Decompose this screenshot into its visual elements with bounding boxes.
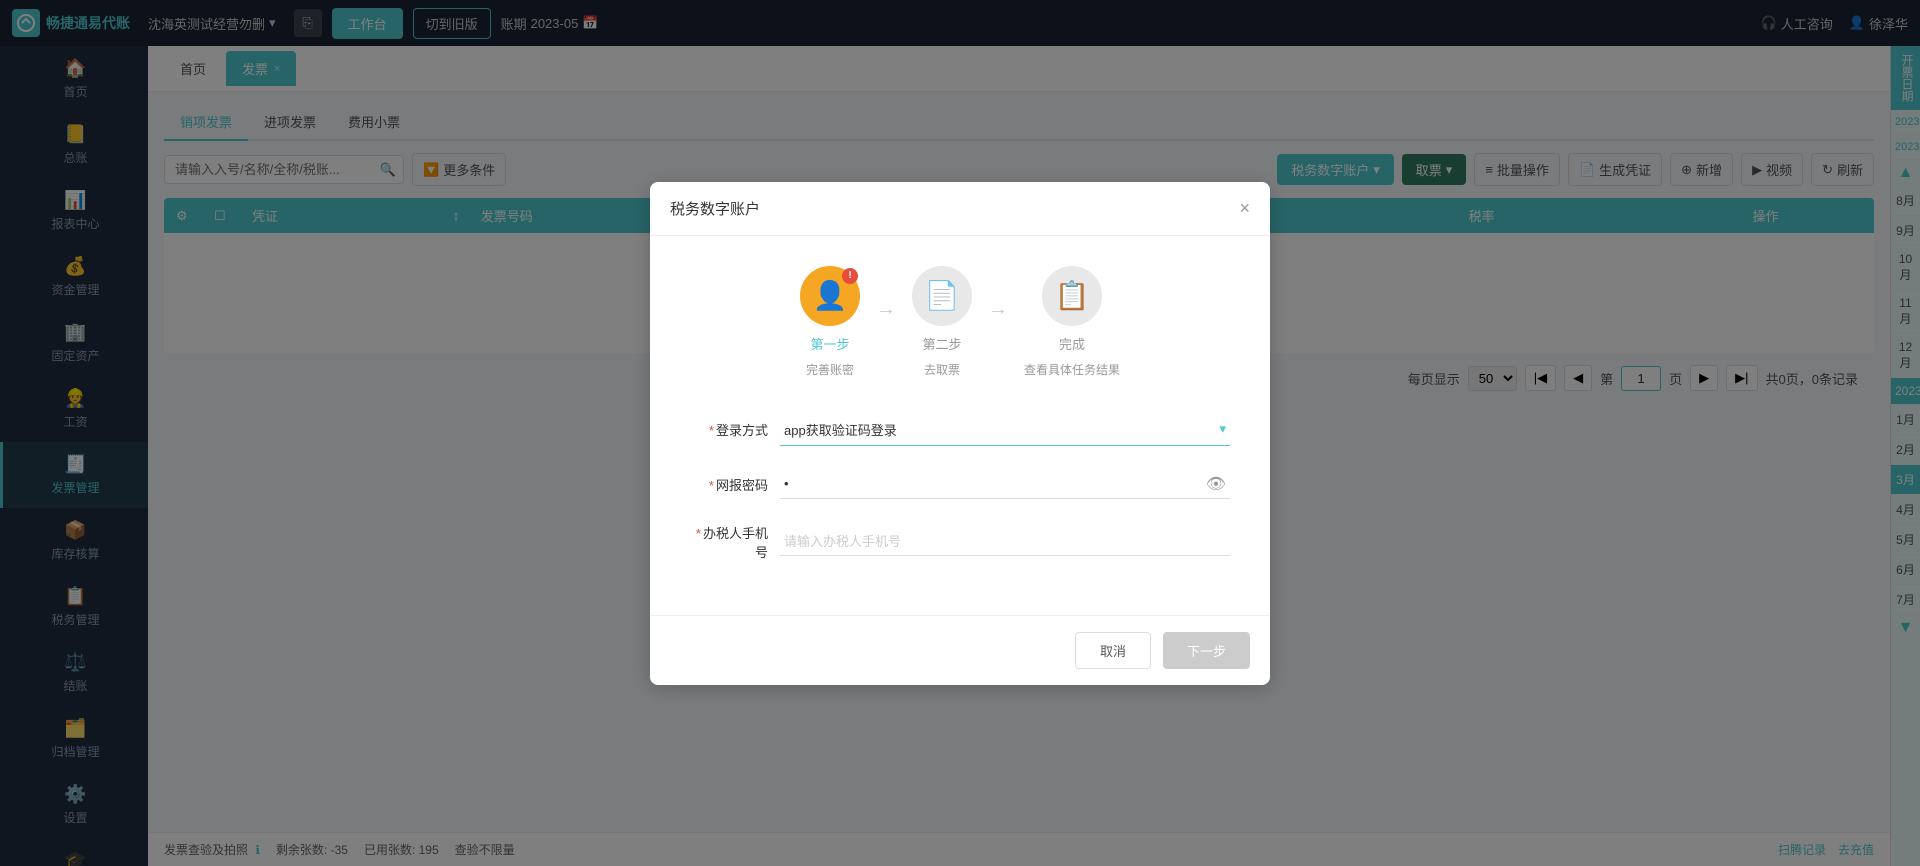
step-1: 👤 ! 第一步 完善账密 bbox=[800, 266, 860, 378]
step-3-icon: 📋 bbox=[1042, 266, 1102, 326]
next-button[interactable]: 下一步 bbox=[1163, 632, 1250, 669]
password-row: 网报密码 👁 bbox=[690, 470, 1230, 499]
modal-overlay[interactable]: 税务数字账户 × 👤 ! 第一步 完善账密 → bbox=[0, 0, 1920, 866]
password-input[interactable] bbox=[780, 470, 1202, 497]
step-3-label: 完成 bbox=[1059, 334, 1085, 353]
step-arrow-2: → bbox=[988, 298, 1008, 345]
login-method-label: 登录方式 bbox=[690, 420, 780, 439]
step-1-label: 第一步 bbox=[810, 334, 849, 353]
step-2: 📄 第二步 去取票 bbox=[912, 266, 972, 378]
step-1-sublabel: 完善账密 bbox=[806, 361, 854, 378]
phone-input[interactable] bbox=[780, 528, 1230, 556]
eye-icon[interactable]: 👁 bbox=[1202, 470, 1230, 498]
step-1-icon: 👤 ! bbox=[800, 266, 860, 326]
modal-header: 税务数字账户 × bbox=[650, 182, 1270, 236]
password-input-wrapper: 👁 bbox=[780, 470, 1230, 499]
modal-body: 👤 ! 第一步 完善账密 → 📄 第二步 去取票 bbox=[650, 236, 1270, 615]
login-method-row: 登录方式 app获取验证码登录 ▾ bbox=[690, 414, 1230, 446]
modal-footer: 取消 下一步 bbox=[650, 615, 1270, 685]
step-3-sublabel: 查看具体任务结果 bbox=[1024, 361, 1120, 378]
modal-title: 税务数字账户 bbox=[670, 198, 760, 219]
step-1-badge: ! bbox=[842, 268, 858, 284]
steps-indicator: 👤 ! 第一步 完善账密 → 📄 第二步 去取票 bbox=[690, 266, 1230, 378]
step-2-sublabel: 去取票 bbox=[924, 361, 960, 378]
step-arrow-1: → bbox=[876, 298, 896, 345]
phone-control bbox=[780, 528, 1230, 556]
phone-label: 办税人手机号 bbox=[690, 523, 780, 561]
step-3: 📋 完成 查看具体任务结果 bbox=[1024, 266, 1120, 378]
tax-digital-modal: 税务数字账户 × 👤 ! 第一步 完善账密 → bbox=[650, 182, 1270, 685]
cancel-button[interactable]: 取消 bbox=[1075, 632, 1151, 669]
login-method-value: app获取验证码登录 bbox=[784, 420, 897, 439]
step-2-icon: 📄 bbox=[912, 266, 972, 326]
password-control: 👁 bbox=[780, 470, 1230, 499]
login-method-select[interactable]: app获取验证码登录 ▾ bbox=[780, 414, 1230, 446]
dropdown-icon: ▾ bbox=[1219, 421, 1226, 437]
step-2-label: 第二步 bbox=[922, 334, 961, 353]
modal-close-button[interactable]: × bbox=[1239, 199, 1250, 217]
password-label: 网报密码 bbox=[690, 475, 780, 494]
login-method-control: app获取验证码登录 ▾ bbox=[780, 414, 1230, 446]
phone-row: 办税人手机号 bbox=[690, 523, 1230, 561]
